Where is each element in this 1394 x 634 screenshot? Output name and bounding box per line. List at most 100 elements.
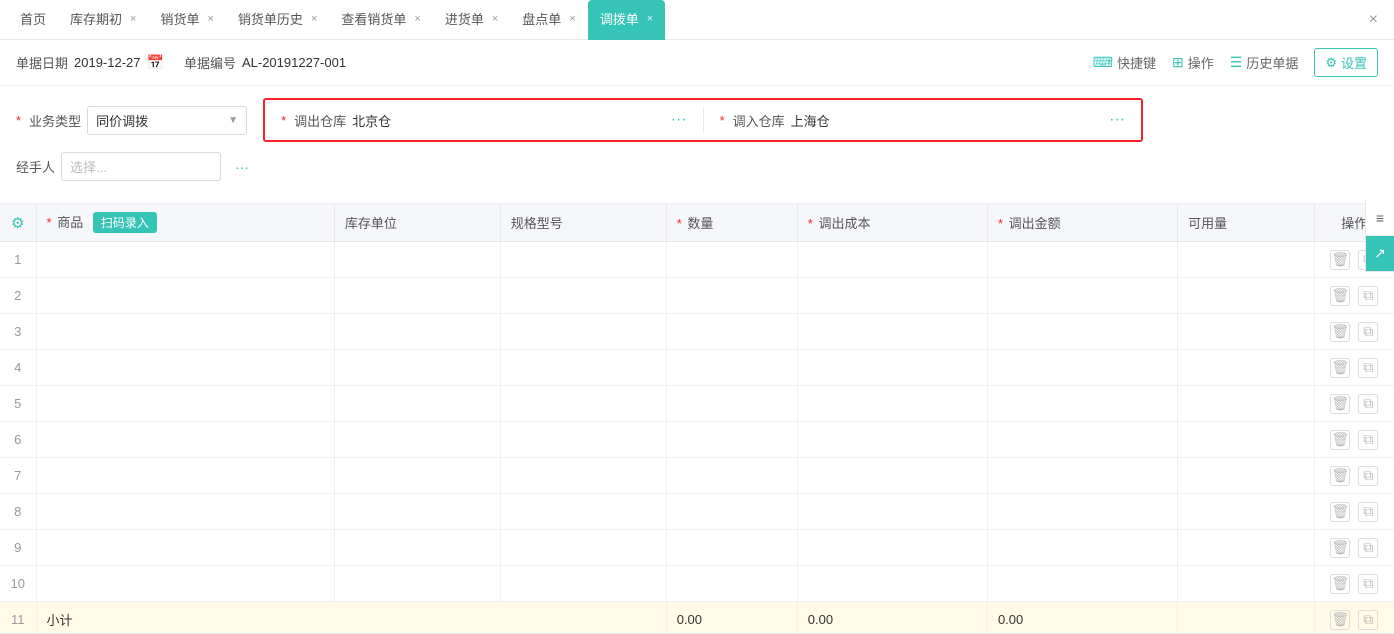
delete-row-icon[interactable]: 🗑 (1330, 538, 1350, 558)
sidebar-doc-icon[interactable]: ≡ (1366, 200, 1394, 236)
tab-stocktake[interactable]: 盘点单 × (510, 0, 587, 40)
table-scroll-area[interactable]: ⚙ * 商品 扫码录入 库存单位 规格型号 * 数量 (0, 204, 1394, 634)
cell-cost[interactable] (797, 458, 987, 494)
history-btn[interactable]: ☰ 历史单据 (1230, 53, 1299, 72)
cell-spec[interactable] (500, 278, 666, 314)
tab-inventory-init-close[interactable]: × (130, 13, 136, 25)
cell-product[interactable] (36, 278, 334, 314)
copy-row-icon[interactable]: ⧉ (1358, 430, 1378, 450)
delete-row-icon[interactable]: 🗑 (1330, 502, 1350, 522)
tab-sales-history[interactable]: 销货单历史 × (226, 0, 329, 40)
copy-row-icon[interactable]: ⧉ (1358, 358, 1378, 378)
tab-sales-history-close[interactable]: × (311, 13, 317, 25)
cell-unit[interactable] (334, 242, 500, 278)
cell-cost[interactable] (797, 422, 987, 458)
cell-amount[interactable] (987, 278, 1177, 314)
cell-available[interactable] (1178, 314, 1314, 350)
delete-row-icon[interactable]: 🗑 (1330, 466, 1350, 486)
cell-available[interactable] (1178, 494, 1314, 530)
cell-qty[interactable] (666, 566, 797, 602)
cell-amount[interactable] (987, 458, 1177, 494)
cell-spec[interactable] (500, 530, 666, 566)
tab-stocktake-close[interactable]: × (569, 13, 575, 25)
cell-unit[interactable] (334, 278, 500, 314)
cell-cost[interactable] (797, 494, 987, 530)
cell-product[interactable] (36, 386, 334, 422)
cell-spec[interactable] (500, 422, 666, 458)
cell-spec[interactable] (500, 350, 666, 386)
th-settings-icon[interactable]: ⚙ (11, 215, 24, 232)
cell-available[interactable] (1178, 422, 1314, 458)
copy-icon[interactable]: ⧉ (1358, 610, 1378, 630)
delete-row-icon[interactable]: 🗑 (1330, 250, 1350, 270)
cell-product[interactable] (36, 566, 334, 602)
cell-unit[interactable] (334, 494, 500, 530)
cell-product[interactable] (36, 530, 334, 566)
tab-purchase[interactable]: 进货单 × (433, 0, 510, 40)
cell-product[interactable] (36, 314, 334, 350)
cell-unit[interactable] (334, 566, 500, 602)
cell-amount[interactable] (987, 566, 1177, 602)
cell-available[interactable] (1178, 566, 1314, 602)
cell-product[interactable] (36, 422, 334, 458)
tab-transfer[interactable]: 调拨单 × (588, 0, 665, 40)
tab-inventory-init[interactable]: 库存期初 × (58, 0, 148, 40)
cell-amount[interactable] (987, 350, 1177, 386)
cell-qty[interactable] (666, 530, 797, 566)
delete-row-icon[interactable]: 🗑 (1330, 286, 1350, 306)
cell-spec[interactable] (500, 242, 666, 278)
cell-amount[interactable] (987, 314, 1177, 350)
handler-select[interactable]: 选择... (61, 152, 221, 181)
cell-unit[interactable] (334, 458, 500, 494)
cell-qty[interactable] (666, 242, 797, 278)
copy-row-icon[interactable]: ⧉ (1358, 466, 1378, 486)
delete-icon[interactable]: 🗑 (1330, 610, 1350, 630)
cell-spec[interactable] (500, 494, 666, 530)
cell-unit[interactable] (334, 386, 500, 422)
scan-btn[interactable]: 扫码录入 (93, 212, 157, 233)
cell-unit[interactable] (334, 422, 500, 458)
cell-spec[interactable] (500, 386, 666, 422)
cell-amount[interactable] (987, 494, 1177, 530)
cell-qty[interactable] (666, 314, 797, 350)
cell-qty[interactable] (666, 422, 797, 458)
cell-product[interactable] (36, 350, 334, 386)
shortcut-btn[interactable]: ⌨ 快捷键 (1093, 53, 1156, 72)
cell-cost[interactable] (797, 314, 987, 350)
cell-qty[interactable] (666, 350, 797, 386)
delete-row-icon[interactable]: 🗑 (1330, 574, 1350, 594)
delete-row-icon[interactable]: 🗑 (1330, 394, 1350, 414)
tab-transfer-close[interactable]: × (647, 13, 653, 25)
copy-row-icon[interactable]: ⧉ (1358, 574, 1378, 594)
cell-amount[interactable] (987, 386, 1177, 422)
calendar-icon[interactable]: 📅 (147, 54, 164, 71)
cell-cost[interactable] (797, 386, 987, 422)
transfer-out-more[interactable]: ··· (671, 111, 687, 129)
copy-row-icon[interactable]: ⧉ (1358, 502, 1378, 522)
cell-cost[interactable] (797, 242, 987, 278)
cell-cost[interactable] (797, 566, 987, 602)
cell-qty[interactable] (666, 278, 797, 314)
cell-unit[interactable] (334, 530, 500, 566)
cell-product[interactable] (36, 494, 334, 530)
cell-qty[interactable] (666, 386, 797, 422)
tab-sales-order[interactable]: 销货单 × (148, 0, 225, 40)
tab-purchase-close[interactable]: × (492, 13, 498, 25)
delete-row-icon[interactable]: 🗑 (1330, 358, 1350, 378)
cell-qty[interactable] (666, 494, 797, 530)
cell-spec[interactable] (500, 566, 666, 602)
close-all-tabs[interactable]: × (1361, 7, 1386, 33)
operate-btn[interactable]: ⊞ 操作 (1172, 53, 1214, 72)
tab-view-sales-close[interactable]: × (414, 13, 420, 25)
cell-unit[interactable] (334, 314, 500, 350)
cell-amount[interactable] (987, 242, 1177, 278)
tab-view-sales[interactable]: 查看销货单 × (329, 0, 432, 40)
cell-cost[interactable] (797, 350, 987, 386)
cell-spec[interactable] (500, 314, 666, 350)
cell-amount[interactable] (987, 422, 1177, 458)
handler-more[interactable]: ··· (235, 159, 249, 175)
cell-available[interactable] (1178, 386, 1314, 422)
cell-amount[interactable] (987, 530, 1177, 566)
cell-product[interactable] (36, 458, 334, 494)
copy-row-icon[interactable]: ⧉ (1358, 538, 1378, 558)
